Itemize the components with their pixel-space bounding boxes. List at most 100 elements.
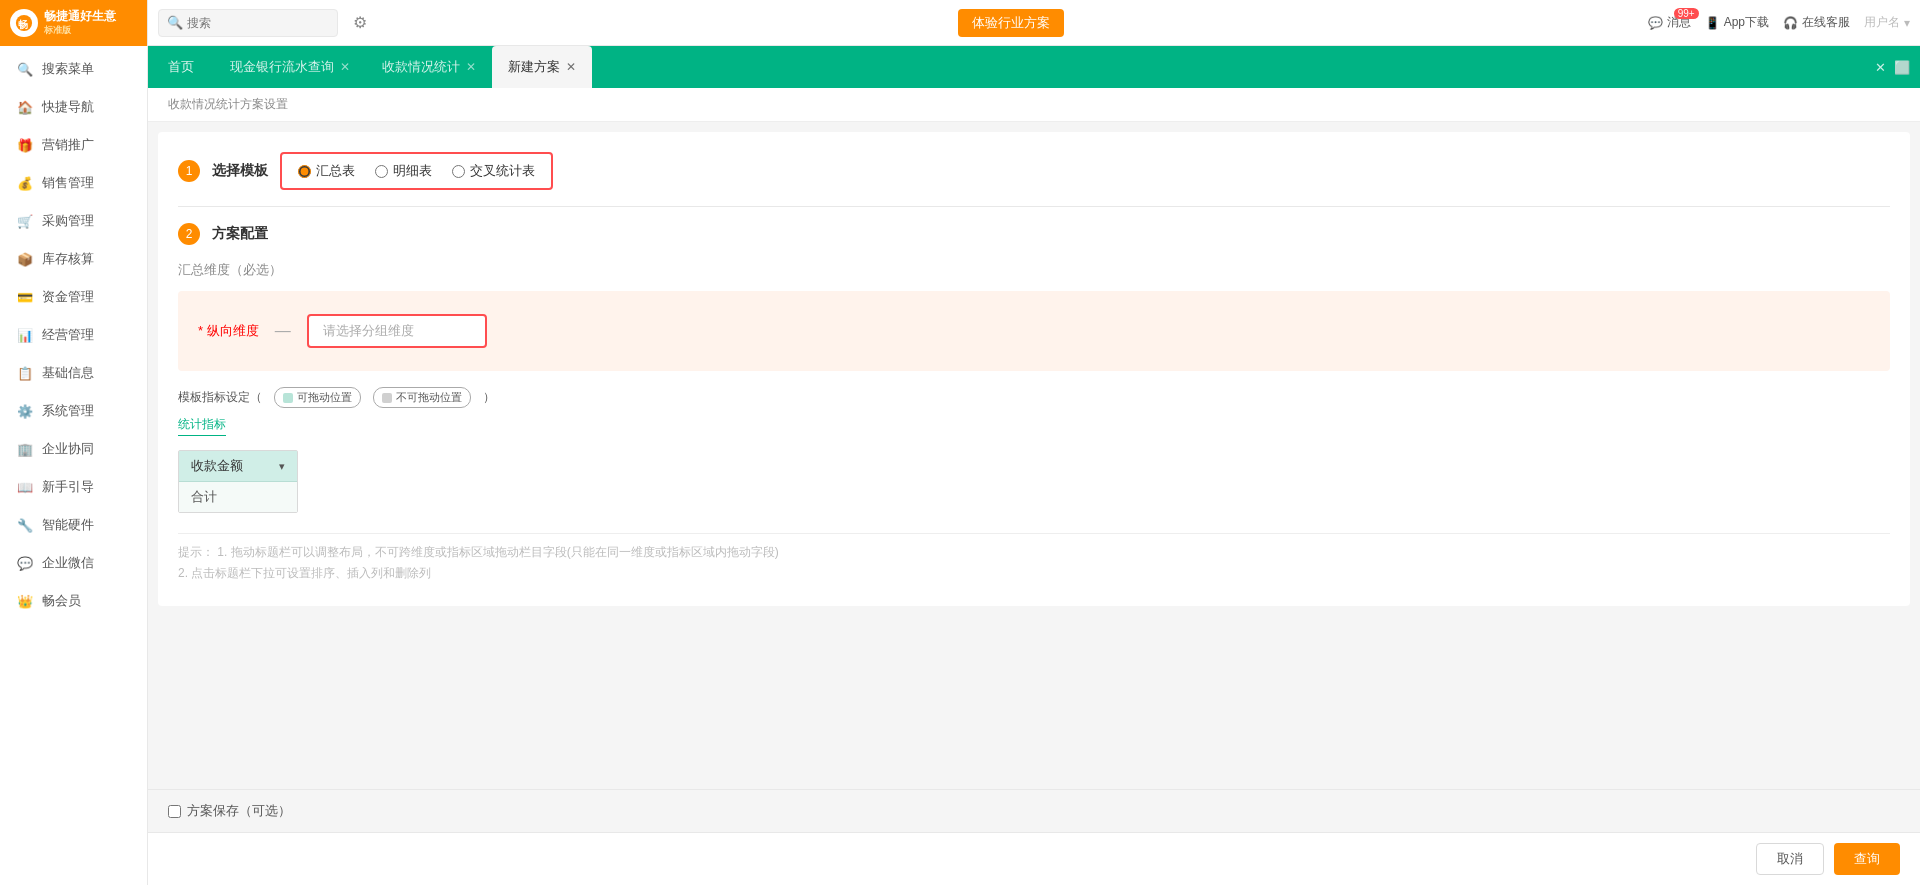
dimension-row: 纵向维度 — 请选择分组维度 — [198, 314, 487, 348]
sidebar-item-finance[interactable]: 💳 资金管理 — [0, 278, 147, 316]
tip1: 提示： 1. 拖动标题栏可以调整布局，不可跨维度或指标区域拖动栏目字段(只能在同… — [178, 544, 1890, 561]
hint-movable-label: 可拖动位置 — [297, 390, 352, 405]
tab-bank-flow-label: 现金银行流水查询 — [230, 58, 334, 76]
dimension-area: 纵向维度 — 请选择分组维度 — [178, 291, 1890, 371]
sidebar-item-wechat[interactable]: 💬 企业微信 — [0, 544, 147, 582]
topbar-search-box[interactable]: 🔍 — [158, 9, 338, 37]
hint-locked-chip: 不可拖动位置 — [373, 387, 471, 408]
sidebar-item-label-finance: 资金管理 — [42, 288, 94, 306]
clipboard-icon: 📋 — [16, 364, 34, 382]
tip2: 2. 点击标题栏下拉可设置排序、插入列和删除列 — [178, 565, 1890, 582]
step1-badge: 1 — [178, 160, 200, 182]
expand-icon[interactable]: ⬜ — [1894, 60, 1910, 75]
book-icon: 📖 — [16, 478, 34, 496]
sidebar-item-basic[interactable]: 📋 基础信息 — [0, 354, 147, 392]
search-icon: 🔍 — [16, 60, 34, 78]
indicator-hint-label: 模板指标设定（ — [178, 389, 262, 406]
chat-icon: 💬 — [16, 554, 34, 572]
indicator-cell: 合计 — [179, 482, 297, 512]
sidebar-item-system[interactable]: ⚙️ 系统管理 — [0, 392, 147, 430]
step2-row: 2 方案配置 — [178, 223, 1890, 245]
step2-badge: 2 — [178, 223, 200, 245]
radio-summary-label: 汇总表 — [316, 162, 355, 180]
settings-icon[interactable]: ⚙ — [346, 9, 374, 37]
edition-label: 标准版 — [44, 24, 116, 37]
sidebar-item-enterprise[interactable]: 🏢 企业协同 — [0, 430, 147, 468]
sidebar-item-label-purchase: 采购管理 — [42, 212, 94, 230]
hint-close: ） — [483, 389, 495, 406]
query-button[interactable]: 查询 — [1834, 843, 1900, 875]
save-checkbox[interactable] — [168, 805, 181, 818]
svg-text:畅: 畅 — [18, 19, 28, 30]
tab-home[interactable]: 首页 — [148, 46, 214, 88]
user-label: 用户名 — [1864, 14, 1900, 31]
dimension-selector[interactable]: 请选择分组维度 — [307, 314, 487, 348]
sidebar-item-inventory[interactable]: 📦 库存核算 — [0, 240, 147, 278]
sidebar-item-search[interactable]: 🔍 搜索菜单 — [0, 50, 147, 88]
tabs-controls: ✕ ⬜ — [1865, 60, 1920, 75]
money-icon: 💰 — [16, 174, 34, 192]
sidebar-item-label-marketing: 营销推广 — [42, 136, 94, 154]
form-section: 1 选择模板 汇总表 明细表 交叉统计表 — [158, 132, 1910, 606]
close-icon-bank-flow[interactable]: ✕ — [340, 60, 350, 74]
tips-section: 提示： 1. 拖动标题栏可以调整布局，不可跨维度或指标区域拖动栏目字段(只能在同… — [178, 533, 1890, 582]
sidebar-item-label-quick-nav: 快捷导航 — [42, 98, 94, 116]
cancel-button[interactable]: 取消 — [1756, 843, 1824, 875]
indicator-table: 收款金额 ▾ 合计 — [178, 450, 298, 513]
dimension-section-title: 汇总维度（必选） — [178, 261, 1890, 279]
radio-detail-input[interactable] — [375, 165, 388, 178]
page-content: 收款情况统计方案设置 1 选择模板 汇总表 明细表 — [148, 88, 1920, 789]
dimension-placeholder: 请选择分组维度 — [323, 323, 414, 338]
sidebar-item-purchase[interactable]: 🛒 采购管理 — [0, 202, 147, 240]
radio-cross-input[interactable] — [452, 165, 465, 178]
radio-summary[interactable]: 汇总表 — [298, 162, 355, 180]
sidebar-item-label-guide: 新手引导 — [42, 478, 94, 496]
sidebar-item-marketing[interactable]: 🎁 营销推广 — [0, 126, 147, 164]
chevron-down-icon: ▾ — [279, 460, 285, 473]
hint-locked-label: 不可拖动位置 — [396, 390, 462, 405]
download-icon: 📱 — [1705, 16, 1720, 30]
step1-row: 1 选择模板 汇总表 明细表 交叉统计表 — [178, 152, 1890, 190]
indicator-section: 模板指标设定（ 可拖动位置 不可拖动位置 ） 统计指标 — [178, 387, 1890, 513]
download-button[interactable]: 📱 App下载 — [1705, 14, 1769, 31]
sidebar-item-label-member: 畅会员 — [42, 592, 81, 610]
main-area: 🔍 ⚙ 体验行业方案 💬 消息 99+ 📱 App下载 🎧 在线客服 用户名 ▾ — [148, 0, 1920, 885]
home-icon: 🏠 — [16, 98, 34, 116]
movable-dot — [283, 393, 293, 403]
sidebar-item-smart-hw[interactable]: 🔧 智能硬件 — [0, 506, 147, 544]
sidebar-item-label-search: 搜索菜单 — [42, 60, 94, 78]
user-info[interactable]: 用户名 ▾ — [1864, 14, 1910, 31]
radio-detail[interactable]: 明细表 — [375, 162, 432, 180]
sidebar-item-sales[interactable]: 💰 销售管理 — [0, 164, 147, 202]
logo-text: 畅捷通好生意 — [44, 9, 116, 23]
tab-receipt-stats[interactable]: 收款情况统计 ✕ — [366, 46, 492, 88]
step2-label: 方案配置 — [212, 225, 268, 243]
radio-cross-label: 交叉统计表 — [470, 162, 535, 180]
sidebar-item-member[interactable]: 👑 畅会员 — [0, 582, 147, 620]
sidebar-item-operations[interactable]: 📊 经营管理 — [0, 316, 147, 354]
save-option[interactable]: 方案保存（可选） — [168, 802, 291, 820]
tab-new-scheme[interactable]: 新建方案 ✕ — [492, 46, 592, 88]
tab-bank-flow[interactable]: 现金银行流水查询 ✕ — [214, 46, 366, 88]
close-icon-new-scheme[interactable]: ✕ — [566, 60, 576, 74]
sidebar-item-label-operations: 经营管理 — [42, 326, 94, 344]
trial-button[interactable]: 体验行业方案 — [958, 9, 1064, 37]
radio-cross[interactable]: 交叉统计表 — [452, 162, 535, 180]
close-icon-receipt-stats[interactable]: ✕ — [466, 60, 476, 74]
sidebar-item-quick-nav[interactable]: 🏠 快捷导航 — [0, 88, 147, 126]
indicator-header[interactable]: 收款金额 ▾ — [179, 451, 297, 482]
footer-bar: 取消 查询 — [148, 832, 1920, 885]
search-input[interactable] — [187, 16, 327, 30]
indicator-section-title: 统计指标 — [178, 416, 226, 436]
tab-receipt-stats-label: 收款情况统计 — [382, 58, 460, 76]
box-icon: 📦 — [16, 250, 34, 268]
radio-summary-input[interactable] — [298, 165, 311, 178]
service-button[interactable]: 🎧 在线客服 — [1783, 14, 1850, 31]
tab-bar: 首页 现金银行流水查询 ✕ 收款情况统计 ✕ 新建方案 ✕ ✕ ⬜ — [148, 46, 1920, 88]
sidebar-item-guide[interactable]: 📖 新手引导 — [0, 468, 147, 506]
gear-icon: ⚙️ — [16, 402, 34, 420]
sidebar-nav: 🔍 搜索菜单 🏠 快捷导航 🎁 营销推广 💰 销售管理 🛒 采购管理 📦 库存核… — [0, 46, 147, 885]
messages-button[interactable]: 💬 消息 99+ — [1648, 14, 1691, 31]
bottom-bar: 方案保存（可选） — [148, 789, 1920, 832]
close-window-icon[interactable]: ✕ — [1875, 60, 1886, 75]
